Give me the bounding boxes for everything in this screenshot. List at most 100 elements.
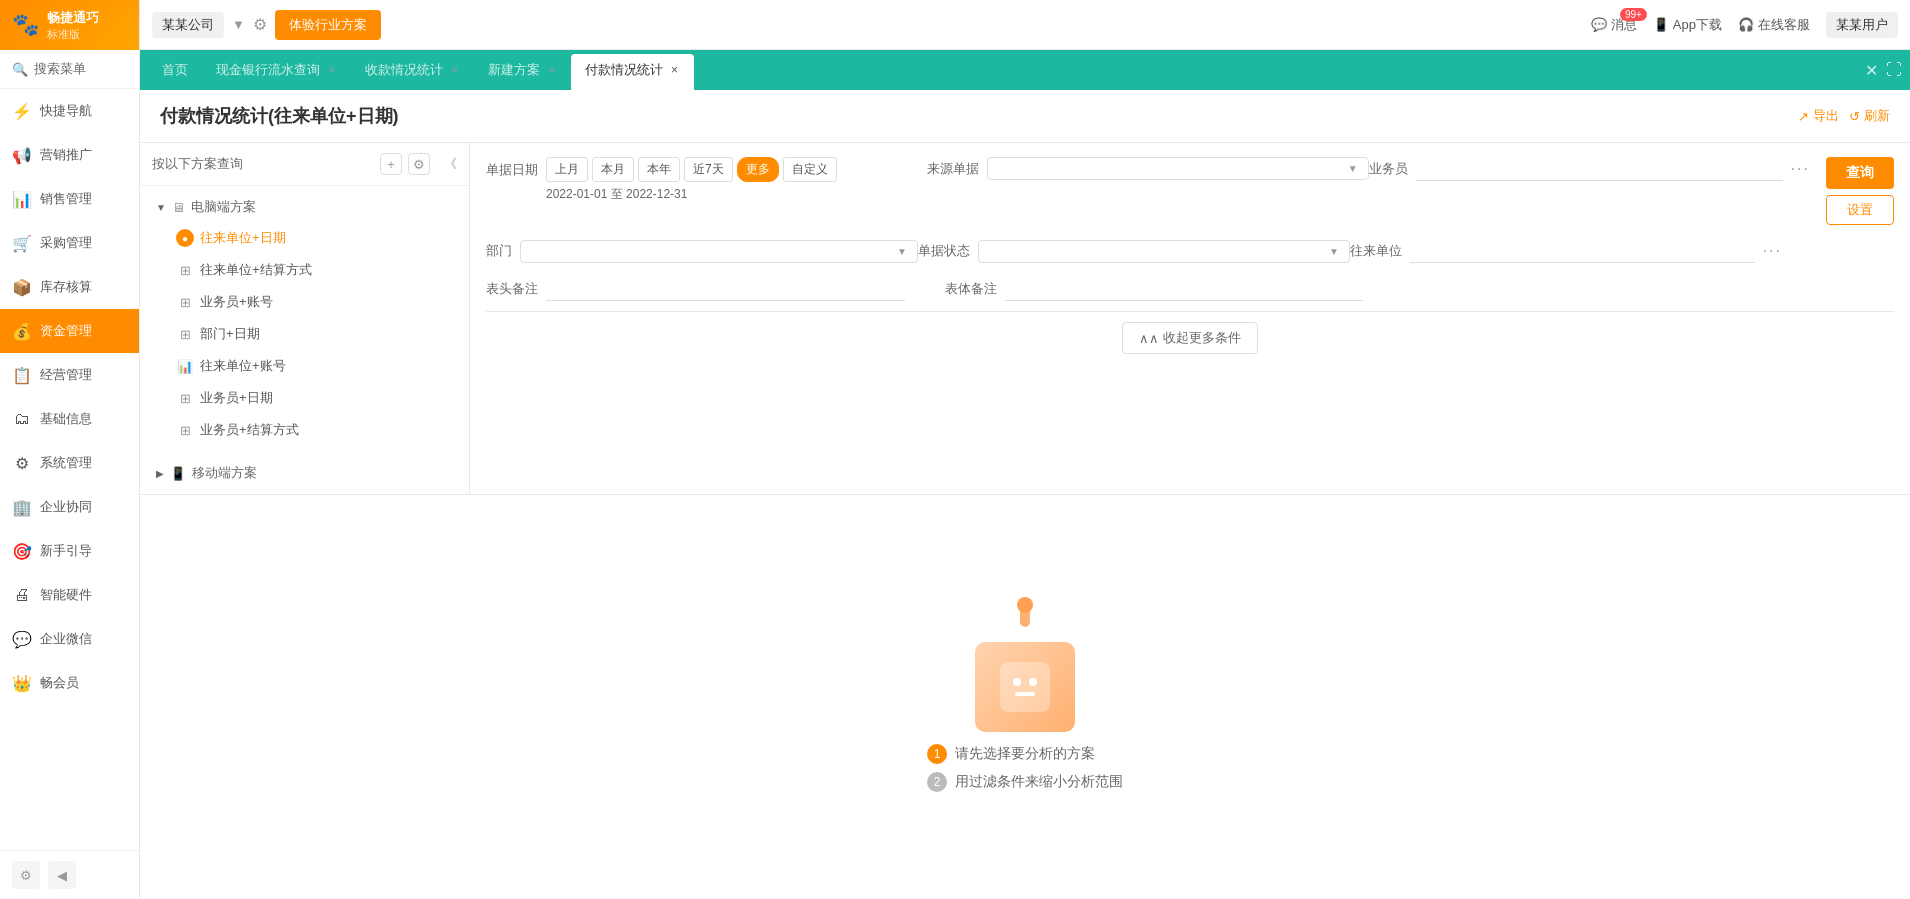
scheme-item-dept-date[interactable]: ⊞ 部门+日期	[140, 318, 469, 350]
basic-info-icon: 🗂	[12, 409, 32, 429]
tab-new-scheme-close-icon[interactable]: ×	[546, 61, 557, 79]
collapse-conditions-button[interactable]: ∧∧ 收起更多条件	[1122, 322, 1258, 354]
scheme-group-desktop: ▼ 🖥 电脑端方案 ● 往来单位+日期 ⊞ 往来单位+结算方式 ⊞ 业务	[140, 186, 469, 452]
status-select[interactable]: ▼	[978, 240, 1350, 263]
add-scheme-button[interactable]: +	[380, 153, 402, 175]
export-button[interactable]: ↗ 导出	[1798, 107, 1839, 125]
topnav-right: 💬 消息 99+ 📱 App下载 🎧 在线客服 某某用户	[1591, 12, 1898, 38]
hint-num-1: 1	[927, 744, 947, 764]
filter-row-2: 部门 ▼ 单据状态 ▼	[486, 239, 1894, 263]
refresh-button[interactable]: ↺ 刷新	[1849, 107, 1890, 125]
enterprise-icon: 🏢	[12, 497, 32, 517]
source-select[interactable]: ▼	[987, 157, 1368, 180]
user-menu[interactable]: 某某用户	[1826, 12, 1898, 38]
scheme-item-counterparty-date[interactable]: ● 往来单位+日期	[140, 222, 469, 254]
tab-bank[interactable]: 现金银行流水查询 ×	[202, 50, 351, 90]
content-area: 付款情况统计(往来单位+日期) ↗ 导出 ↺ 刷新 按以下方案查询 +	[140, 90, 1910, 899]
service-icon: 🎧	[1738, 17, 1754, 32]
sidebar-item-basic-info[interactable]: 🗂 基础信息	[0, 397, 139, 441]
counterparty-input[interactable]	[1410, 239, 1755, 263]
scheme-settings-button[interactable]: ⚙	[408, 153, 430, 175]
scheme-item-label: 往来单位+结算方式	[200, 261, 312, 279]
staff-dots-icon[interactable]: ···	[1791, 160, 1810, 178]
empty-illustration	[945, 602, 1105, 732]
empty-hint-1: 1 请先选择要分析的方案	[927, 744, 1123, 764]
scheme-item-label: 往来单位+日期	[200, 229, 286, 247]
tab-receipts[interactable]: 收款情况统计 ×	[351, 50, 474, 90]
status-arrow-icon: ▼	[1329, 246, 1339, 257]
sidebar-item-operation[interactable]: 📋 经营管理	[0, 353, 139, 397]
table-scheme-icon: ⊞	[176, 389, 194, 407]
collapse-sidebar-button[interactable]: ◀	[48, 861, 76, 889]
date-btn-custom[interactable]: 自定义	[783, 157, 837, 182]
tab-payments-close-icon[interactable]: ×	[669, 61, 680, 79]
table-scheme-icon: ⊞	[176, 421, 194, 439]
guide-icon: 🎯	[12, 541, 32, 561]
tab-new-scheme-label: 新建方案	[488, 61, 540, 79]
scheme-group-mobile-header[interactable]: ▶ 📱 移动端方案	[140, 458, 469, 488]
staff-input[interactable]	[1416, 157, 1783, 181]
tab-receipts-close-icon[interactable]: ×	[449, 61, 460, 79]
body-note-input[interactable]	[1005, 277, 1364, 301]
scheme-item-staff-settlement[interactable]: ⊞ 业务员+结算方式	[140, 414, 469, 446]
sidebar-item-label: 企业协同	[40, 498, 92, 516]
search-icon: 🔍	[12, 62, 28, 77]
scheme-item-counterparty-settlement[interactable]: ⊞ 往来单位+结算方式	[140, 254, 469, 286]
tab-new-scheme[interactable]: 新建方案 ×	[474, 50, 571, 90]
settings-gear-icon[interactable]: ⚙	[253, 15, 267, 34]
sidebar-item-member[interactable]: 👑 畅会员	[0, 661, 139, 705]
sidebar-item-label: 营销推广	[40, 146, 92, 164]
query-button[interactable]: 查询	[1826, 157, 1894, 189]
chart-scheme-icon: 📊	[176, 357, 194, 375]
sidebar-item-guide[interactable]: 🎯 新手引导	[0, 529, 139, 573]
settings-button[interactable]: 设置	[1826, 195, 1894, 225]
scheme-collapse-button[interactable]: 《	[444, 155, 457, 173]
logo-text: 畅捷通巧	[47, 9, 99, 27]
dept-select[interactable]: ▼	[520, 240, 918, 263]
sidebar-item-marketing[interactable]: 📢 营销推广	[0, 133, 139, 177]
date-btn-more[interactable]: 更多	[737, 157, 779, 182]
app-download-button[interactable]: 📱 App下载	[1653, 16, 1722, 34]
sidebar-item-label: 基础信息	[40, 410, 92, 428]
header-note-input[interactable]	[546, 277, 905, 301]
refresh-icon: ↺	[1849, 109, 1860, 124]
sidebar-item-purchase[interactable]: 🛒 采购管理	[0, 221, 139, 265]
scheme-item-counterparty-account[interactable]: 📊 往来单位+账号	[140, 350, 469, 382]
sidebar-item-label: 采购管理	[40, 234, 92, 252]
sidebar-item-hardware[interactable]: 🖨 智能硬件	[0, 573, 139, 617]
scheme-item-staff-date[interactable]: ⊞ 业务员+日期	[140, 382, 469, 414]
operation-icon: 📋	[12, 365, 32, 385]
sidebar-item-inventory[interactable]: 📦 库存核算	[0, 265, 139, 309]
counterparty-dots-icon[interactable]: ···	[1763, 242, 1782, 260]
account-arrow-icon[interactable]: ▼	[232, 17, 245, 32]
sidebar-item-sales[interactable]: 📊 销售管理	[0, 177, 139, 221]
search-menu[interactable]: 🔍 搜索菜单	[0, 50, 139, 89]
tab-bank-close-icon[interactable]: ×	[326, 61, 337, 79]
tab-payments[interactable]: 付款情况统计 ×	[571, 54, 694, 90]
hardware-icon: 🖨	[12, 585, 32, 605]
notification-button[interactable]: 💬 消息 99+	[1591, 16, 1637, 34]
empty-state: 1 请先选择要分析的方案 2 用过滤条件来缩小分析范围	[140, 495, 1910, 899]
sidebar-item-sys-admin[interactable]: ⚙ 系统管理	[0, 441, 139, 485]
settings-footer-button[interactable]: ⚙	[12, 861, 40, 889]
account-selector[interactable]: 某某公司	[152, 12, 224, 38]
sidebar-item-finance[interactable]: 💰 资金管理	[0, 309, 139, 353]
scheme-group-desktop-header[interactable]: ▼ 🖥 电脑端方案	[140, 192, 469, 222]
date-btn-this-month[interactable]: 本月	[592, 157, 634, 182]
empty-hints: 1 请先选择要分析的方案 2 用过滤条件来缩小分析范围	[927, 744, 1123, 792]
service-label: 在线客服	[1758, 16, 1810, 34]
sidebar-item-quick-nav[interactable]: ⚡ 快捷导航	[0, 89, 139, 133]
online-service-button[interactable]: 🎧 在线客服	[1738, 16, 1810, 34]
close-all-tabs-icon[interactable]: ✕	[1865, 61, 1878, 80]
scheme-item-label: 部门+日期	[200, 325, 260, 343]
trial-button[interactable]: 体验行业方案	[275, 10, 381, 40]
maximize-icon[interactable]: ⛶	[1886, 61, 1902, 79]
date-btn-this-year[interactable]: 本年	[638, 157, 680, 182]
purchase-icon: 🛒	[12, 233, 32, 253]
date-btn-7days[interactable]: 近7天	[684, 157, 733, 182]
date-btn-last-month[interactable]: 上月	[546, 157, 588, 182]
sidebar-item-enterprise[interactable]: 🏢 企业协同	[0, 485, 139, 529]
scheme-item-staff-account[interactable]: ⊞ 业务员+账号	[140, 286, 469, 318]
sidebar-item-wechat[interactable]: 💬 企业微信	[0, 617, 139, 661]
tab-home[interactable]: 首页	[148, 50, 202, 90]
